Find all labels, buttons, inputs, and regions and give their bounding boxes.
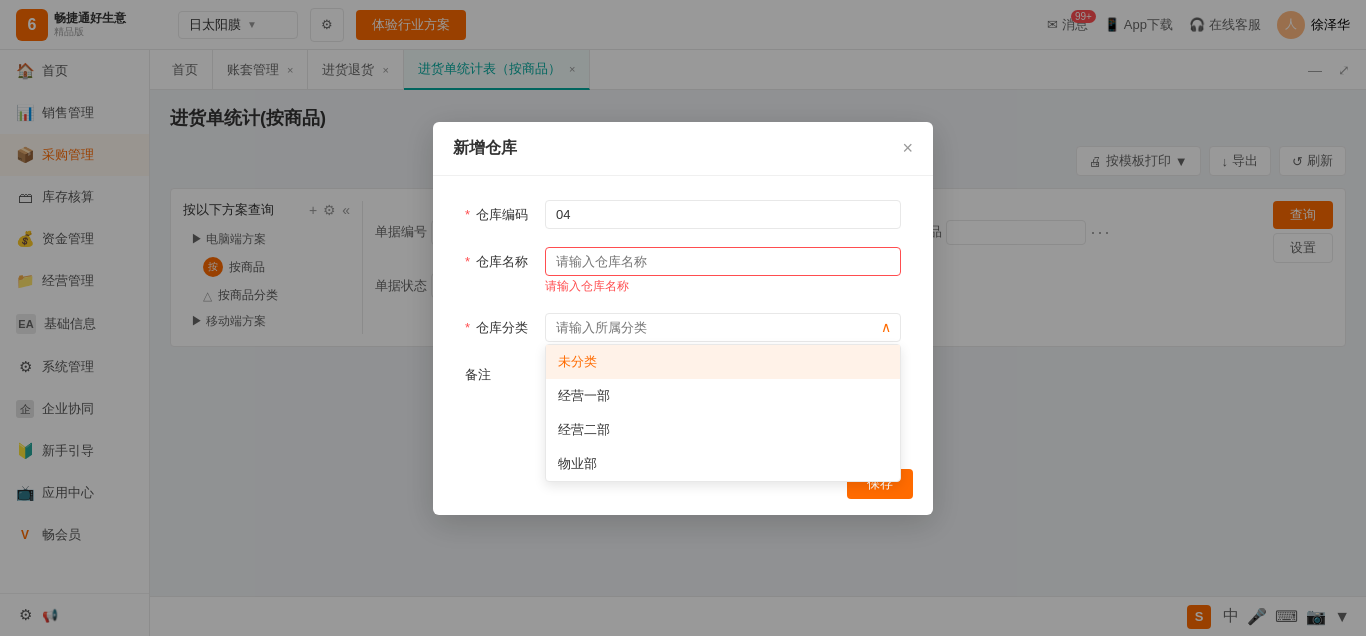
warehouse-code-wrap: [545, 200, 901, 229]
warehouse-code-row: * 仓库编码: [465, 200, 901, 229]
warehouse-category-input[interactable]: [545, 313, 901, 342]
warehouse-name-label: * 仓库名称: [465, 247, 545, 271]
dropdown-arrow-icon[interactable]: ∧: [881, 319, 891, 335]
modal-header: 新增仓库 ×: [433, 122, 933, 176]
warehouse-code-label: * 仓库编码: [465, 200, 545, 224]
warehouse-name-row: * 仓库名称 请输入仓库名称: [465, 247, 901, 295]
warehouse-category-wrap: ∧ 未分类 经营一部 经营二部 物业部: [545, 313, 901, 342]
warehouse-name-wrap: 请输入仓库名称: [545, 247, 901, 295]
modal-body: * 仓库编码 * 仓库名称 请输入仓库名称: [433, 176, 933, 457]
warehouse-code-input[interactable]: [545, 200, 901, 229]
category-dropdown-list: 未分类 经营一部 经营二部 物业部: [545, 344, 901, 482]
dropdown-item-dept3[interactable]: 物业部: [546, 447, 900, 481]
warehouse-name-error: 请输入仓库名称: [545, 278, 901, 295]
dropdown-item-dept1[interactable]: 经营一部: [546, 379, 900, 413]
modal-title: 新增仓库: [453, 138, 517, 159]
warehouse-category-row: * 仓库分类 ∧ 未分类 经营一部 经营二部 物业部: [465, 313, 901, 342]
dropdown-item-dept2[interactable]: 经营二部: [546, 413, 900, 447]
warehouse-category-label: * 仓库分类: [465, 313, 545, 337]
modal-close-button[interactable]: ×: [902, 139, 913, 157]
warehouse-name-input[interactable]: [545, 247, 901, 276]
new-warehouse-modal: 新增仓库 × * 仓库编码 * 仓库名称: [433, 122, 933, 515]
dropdown-item-uncategorized[interactable]: 未分类: [546, 345, 900, 379]
remark-label: 备注: [465, 360, 545, 384]
modal-overlay: 新增仓库 × * 仓库编码 * 仓库名称: [0, 0, 1366, 636]
